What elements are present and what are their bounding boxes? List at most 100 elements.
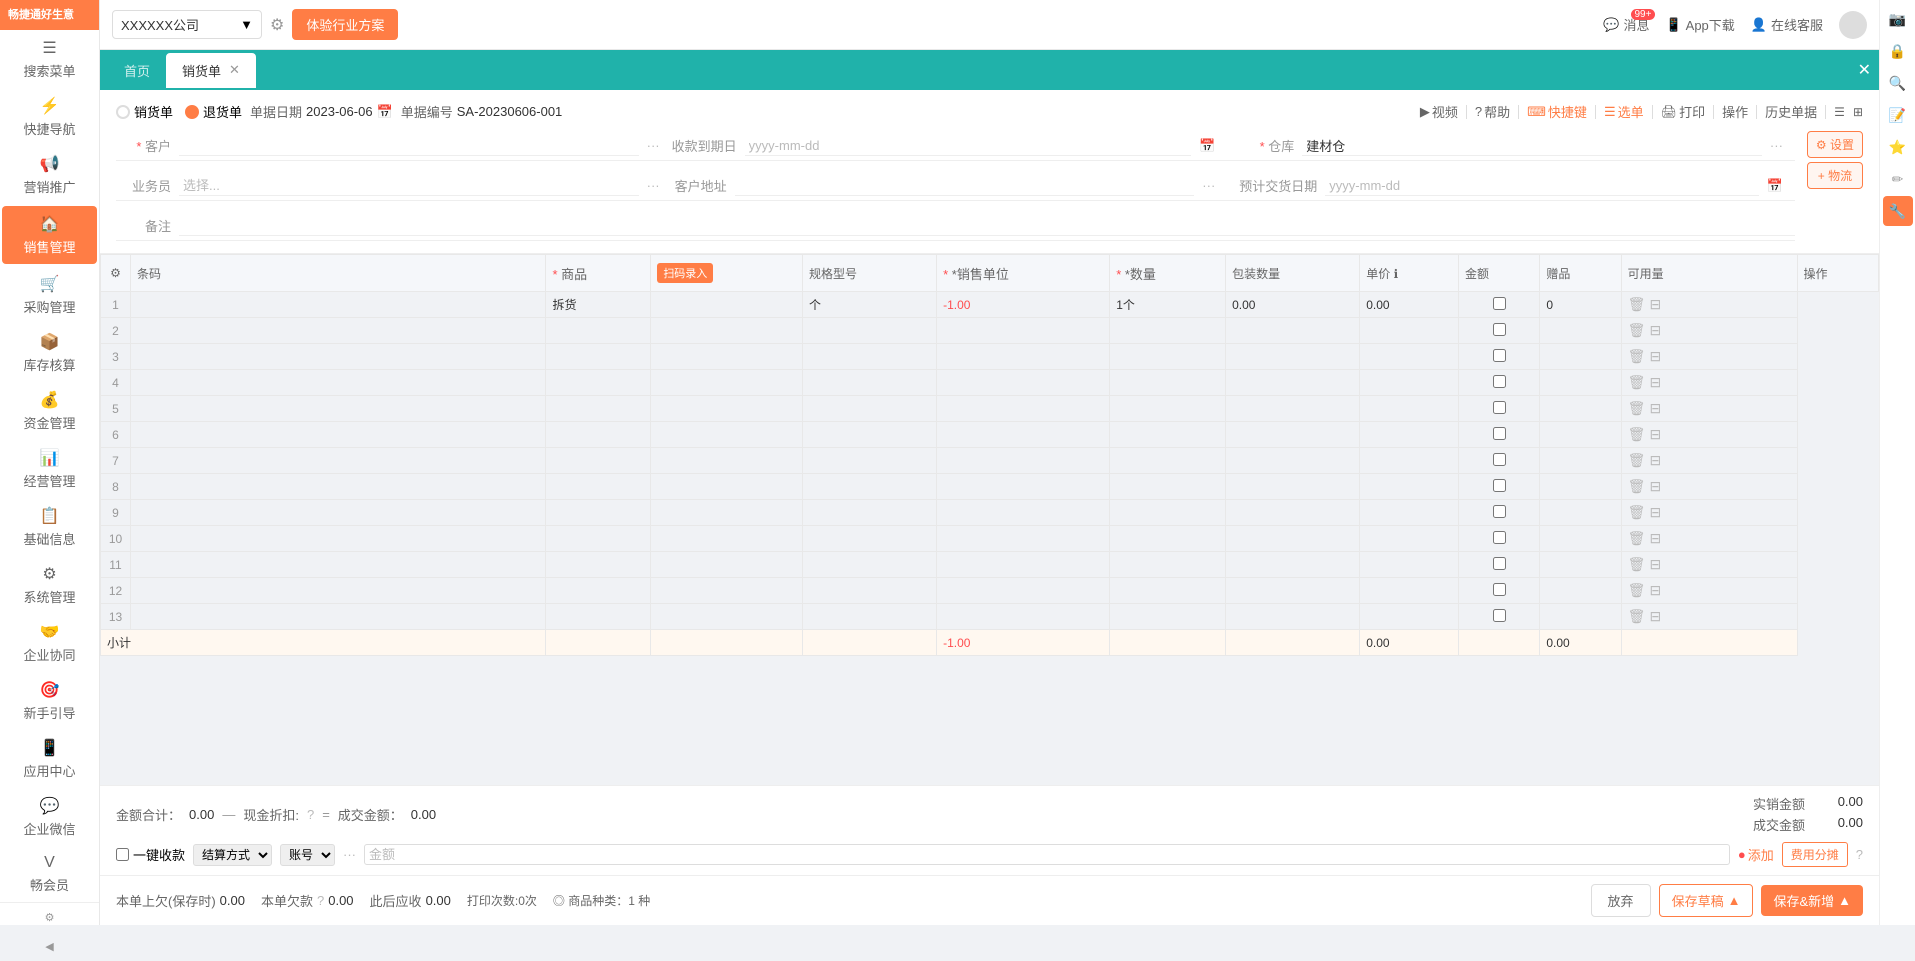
- right-panel-photo[interactable]: 📷: [1883, 4, 1913, 34]
- cell-pkgqty-3[interactable]: [1110, 370, 1226, 396]
- cell-barcode-1[interactable]: [131, 318, 546, 344]
- save-new-btn[interactable]: 保存&新增 ▲: [1761, 885, 1863, 916]
- cell-product-10[interactable]: [546, 552, 651, 578]
- cell-qty-11[interactable]: [937, 578, 1110, 604]
- cell-barcode-11[interactable]: [131, 578, 546, 604]
- cell-qty-5[interactable]: [937, 422, 1110, 448]
- payment-due-input[interactable]: [745, 136, 1191, 156]
- sidebar-item-purchase[interactable]: 🛒采购管理: [0, 266, 99, 324]
- cell-unit-12[interactable]: [802, 604, 936, 630]
- cell-spec-5[interactable]: [651, 422, 803, 448]
- cell-product-4[interactable]: [546, 396, 651, 422]
- date-value[interactable]: 2023-06-06: [306, 104, 373, 119]
- radio-sales[interactable]: 销货单: [116, 102, 173, 121]
- delete-icon-1[interactable]: 🗑: [1628, 322, 1646, 339]
- cell-unit-3[interactable]: [802, 370, 936, 396]
- cell-spec-10[interactable]: [651, 552, 803, 578]
- delete-icon-12[interactable]: 🗑: [1628, 608, 1646, 625]
- cell-unit-9[interactable]: [802, 526, 936, 552]
- cell-gift-2[interactable]: [1458, 344, 1539, 370]
- cell-spec-7[interactable]: [651, 474, 803, 500]
- sidebar-item-enterprise[interactable]: 🤝企业协同: [0, 614, 99, 672]
- cell-pkgqty-5[interactable]: [1110, 422, 1226, 448]
- logistics-side-btn[interactable]: + 物流: [1807, 162, 1863, 189]
- cell-qty-0[interactable]: -1.00: [937, 292, 1110, 318]
- docno-value[interactable]: SA-20230606-001: [457, 104, 563, 119]
- sidebar-collapse-btn[interactable]: ◀: [0, 932, 99, 961]
- delete-icon-11[interactable]: 🗑: [1628, 582, 1646, 599]
- cell-product-2[interactable]: [546, 344, 651, 370]
- cell-unit-5[interactable]: [802, 422, 936, 448]
- right-panel-zoom[interactable]: 🔍: [1883, 68, 1913, 98]
- cell-amount-0[interactable]: 0.00: [1360, 292, 1459, 318]
- cell-price-6[interactable]: [1226, 448, 1360, 474]
- sidebar-settings-btn[interactable]: ⚙: [0, 903, 99, 932]
- sidebar-item-finance[interactable]: 💰资金管理: [0, 382, 99, 440]
- account-select[interactable]: 账号: [280, 844, 335, 866]
- cell-gift-4[interactable]: [1458, 396, 1539, 422]
- cell-barcode-2[interactable]: [131, 344, 546, 370]
- cell-unit-4[interactable]: [802, 396, 936, 422]
- delete-icon-3[interactable]: 🗑: [1628, 374, 1646, 391]
- sidebar-item-wechat[interactable]: 💬企业微信: [0, 788, 99, 846]
- cell-barcode-10[interactable]: [131, 552, 546, 578]
- cell-qty-10[interactable]: [937, 552, 1110, 578]
- amount-input[interactable]: [364, 844, 1730, 865]
- cell-product-6[interactable]: [546, 448, 651, 474]
- cell-price-2[interactable]: [1226, 344, 1360, 370]
- cell-spec-2[interactable]: [651, 344, 803, 370]
- delete-icon-6[interactable]: 🗑: [1628, 452, 1646, 469]
- sidebar-item-inventory[interactable]: 📦库存核算: [0, 324, 99, 382]
- addr-dots[interactable]: ···: [1202, 178, 1215, 193]
- cell-product-9[interactable]: [546, 526, 651, 552]
- shortcut-btn[interactable]: ⌨ 快捷键: [1527, 102, 1587, 121]
- cell-amount-4[interactable]: [1360, 396, 1459, 422]
- cell-product-0[interactable]: 拆货: [546, 292, 651, 318]
- cell-price-8[interactable]: [1226, 500, 1360, 526]
- cell-price-0[interactable]: 0.00: [1226, 292, 1360, 318]
- company-select[interactable]: XXXXXX公司 ▼: [112, 10, 262, 39]
- tab-close-icon[interactable]: ✕: [229, 62, 240, 78]
- cell-unit-0[interactable]: 个: [802, 292, 936, 318]
- sidebar-item-operations[interactable]: 📊经营管理: [0, 440, 99, 498]
- right-panel-edit[interactable]: ✏: [1883, 164, 1913, 194]
- cell-amount-7[interactable]: [1360, 474, 1459, 500]
- sidebar-item-quick-nav[interactable]: ⚡快捷导航: [0, 88, 99, 146]
- add-btn[interactable]: ● 添加: [1738, 845, 1774, 864]
- cell-price-12[interactable]: [1226, 604, 1360, 630]
- cell-pkgqty-4[interactable]: [1110, 396, 1226, 422]
- sidebar-item-marketing[interactable]: 📢营销推广: [0, 146, 99, 204]
- customer-input[interactable]: [179, 136, 639, 156]
- cell-barcode-6[interactable]: [131, 448, 546, 474]
- cell-gift-3[interactable]: [1458, 370, 1539, 396]
- cell-unit-11[interactable]: [802, 578, 936, 604]
- warehouse-dots[interactable]: ···: [1770, 138, 1783, 153]
- sidebar-item-basic[interactable]: 📋基础信息: [0, 498, 99, 556]
- cell-pkgqty-8[interactable]: [1110, 500, 1226, 526]
- delete-icon-2[interactable]: 🗑: [1628, 348, 1646, 365]
- delete-icon-0[interactable]: 🗑: [1628, 296, 1646, 313]
- sidebar-item-newbie[interactable]: 🎯新手引导: [0, 672, 99, 730]
- cell-gift-1[interactable]: [1458, 318, 1539, 344]
- sidebar-item-search[interactable]: ☰搜索菜单: [0, 30, 99, 88]
- message-btn[interactable]: 💬 消息 99+: [1603, 15, 1649, 34]
- sidebar-item-appstore[interactable]: 📱应用中心: [0, 730, 99, 788]
- cell-amount-11[interactable]: [1360, 578, 1459, 604]
- customer-addr-input[interactable]: [735, 176, 1195, 196]
- cell-barcode-8[interactable]: [131, 500, 546, 526]
- cell-pkgqty-11[interactable]: [1110, 578, 1226, 604]
- print-btn[interactable]: 🖨 打印: [1661, 102, 1706, 121]
- tabbar-close-btn[interactable]: ✕: [1858, 60, 1871, 80]
- cell-unit-8[interactable]: [802, 500, 936, 526]
- delivery-calendar-icon[interactable]: 📅: [1767, 178, 1783, 194]
- fee-split-btn[interactable]: 费用分摊: [1782, 842, 1848, 867]
- cell-product-12[interactable]: [546, 604, 651, 630]
- select-order-btn[interactable]: ☰ 选单: [1604, 102, 1644, 121]
- cell-qty-12[interactable]: [937, 604, 1110, 630]
- copy-icon-0[interactable]: ⊟: [1649, 296, 1661, 313]
- cell-unit-7[interactable]: [802, 474, 936, 500]
- cell-product-7[interactable]: [546, 474, 651, 500]
- view-toggle-btn[interactable]: ☰: [1834, 105, 1845, 119]
- cell-gift-5[interactable]: [1458, 422, 1539, 448]
- experience-btn[interactable]: 体验行业方案: [292, 9, 398, 40]
